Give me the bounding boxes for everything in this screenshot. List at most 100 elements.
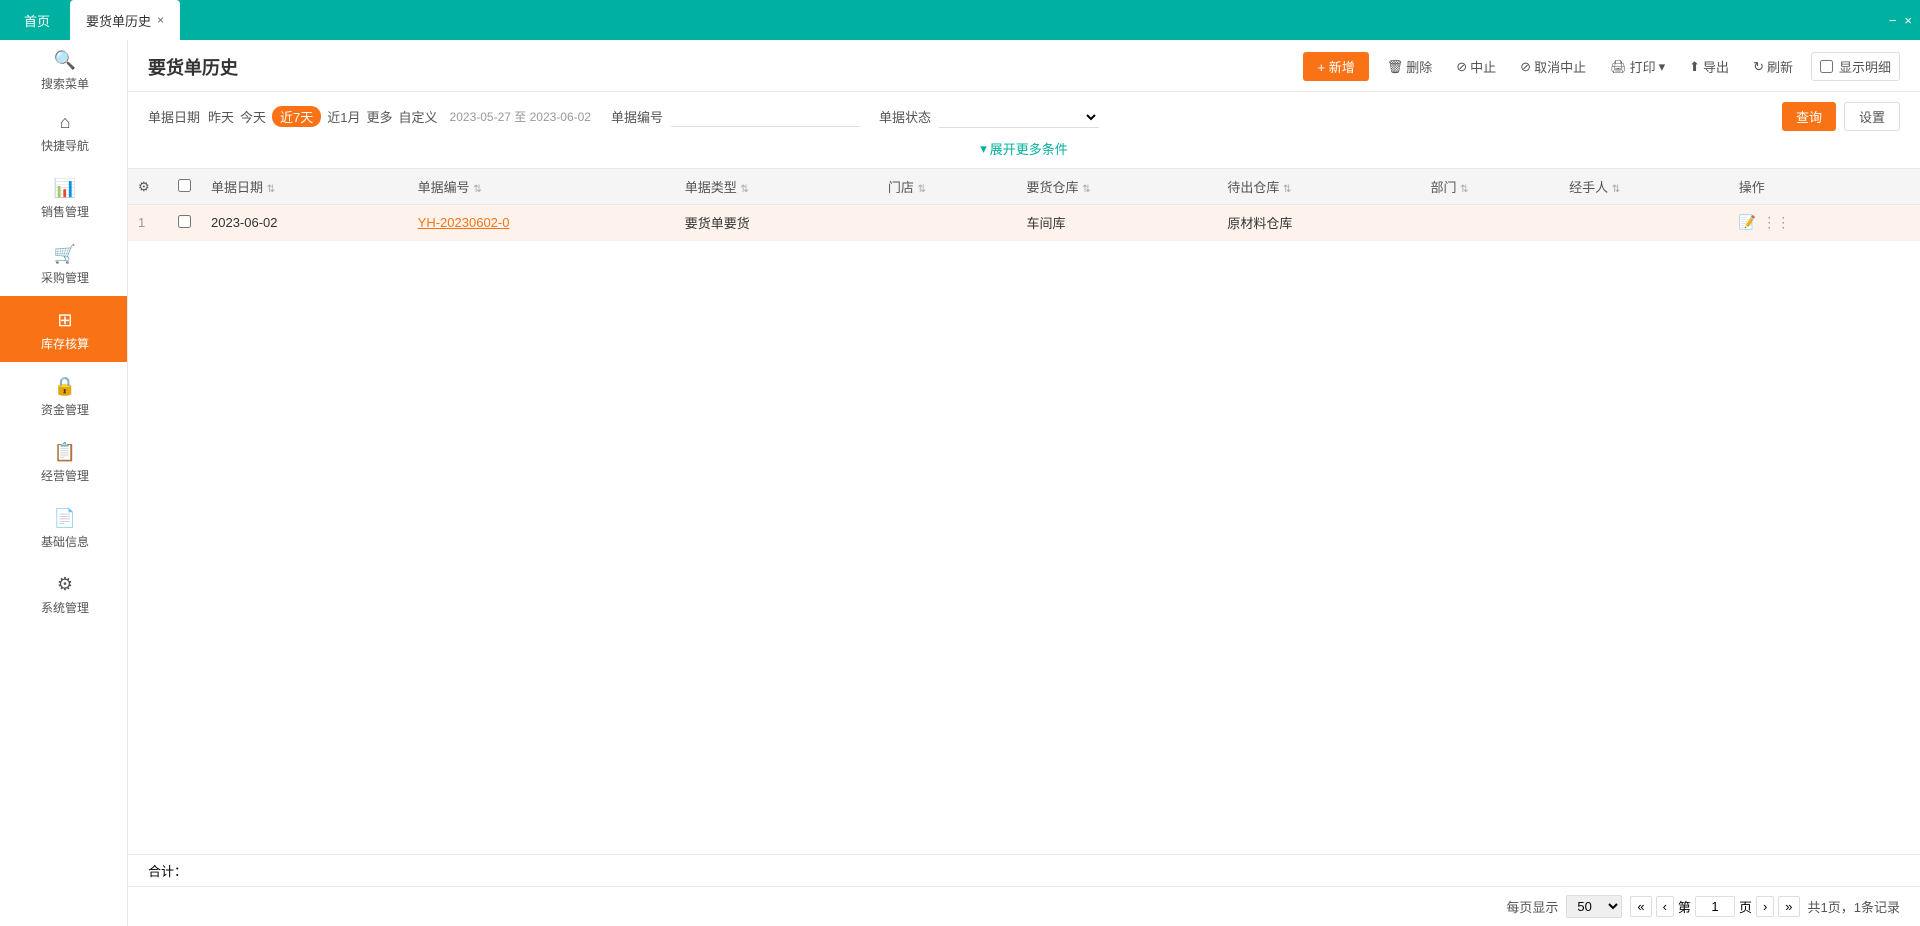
expand-button[interactable]: ▾ 展开更多条件: [980, 139, 1068, 158]
shortcut-custom[interactable]: 自定义: [399, 107, 438, 126]
select-all-checkbox[interactable]: [178, 179, 191, 192]
th-pending-warehouse[interactable]: 待出仓库 ⇅: [1217, 169, 1420, 205]
window-min-icon[interactable]: −: [1889, 13, 1897, 28]
data-table: ⚙ 单据日期 ⇅ 单据编号 ⇅: [128, 169, 1920, 241]
th-doc-date[interactable]: 单据日期 ⇅: [201, 169, 408, 205]
th-store-label: 门店: [888, 180, 914, 195]
table-area: ⚙ 单据日期 ⇅ 单据编号 ⇅: [128, 169, 1920, 926]
expand-icon: ▾: [980, 141, 987, 157]
new-button[interactable]: + 新增: [1303, 52, 1368, 81]
delete-icon: 🗑: [1387, 59, 1404, 75]
sidebar-item-sales[interactable]: 📊 销售管理: [0, 164, 127, 230]
top-bar: 首页 要货单历史 × − ×: [0, 0, 1920, 40]
cancel-stop-button[interactable]: ⊘ 取消中止: [1514, 53, 1592, 80]
sidebar-item-inventory[interactable]: ⊞ 库存核算: [0, 296, 127, 362]
page-size-select[interactable]: 20 50 100: [1566, 895, 1622, 918]
sort-icon-pending: ⇅: [1283, 184, 1291, 195]
sidebar-item-finance[interactable]: 🔒 资金管理: [0, 362, 127, 428]
th-checkbox: [168, 169, 201, 205]
sales-icon: 📊: [54, 178, 76, 199]
row-action: 📝 ⋮⋮: [1729, 205, 1920, 241]
print-label: 打印: [1630, 57, 1656, 76]
docno-filter-label: 单据编号: [611, 107, 663, 126]
status-select[interactable]: [939, 106, 1099, 128]
first-page-btn[interactable]: «: [1630, 896, 1651, 917]
th-req-warehouse-label: 要货仓库: [1027, 180, 1079, 195]
window-close-icon[interactable]: ×: [1904, 13, 1912, 28]
row-department: [1420, 205, 1559, 241]
doc-no-link[interactable]: YH-20230602-0: [418, 215, 510, 230]
sidebar-item-purchase[interactable]: 🛒 采购管理: [0, 230, 127, 296]
cancel-stop-icon: ⊘: [1520, 59, 1531, 75]
search-icon: 🔍: [54, 50, 76, 71]
th-store[interactable]: 门店 ⇅: [878, 169, 1017, 205]
th-doc-date-label: 单据日期: [211, 180, 263, 195]
sidebar-item-operations[interactable]: 📋 经营管理: [0, 428, 127, 494]
sidebar-label-inventory: 库存核算: [41, 335, 89, 352]
delete-button[interactable]: 🗑 删除: [1381, 53, 1439, 80]
refresh-button[interactable]: ↻ 刷新: [1747, 53, 1799, 80]
print-button[interactable]: 🖨 打印 ▾: [1604, 53, 1671, 80]
filter-right-btns: 查询 设置: [1782, 102, 1900, 131]
expand-row: ▾ 展开更多条件: [148, 139, 1900, 158]
th-handler-label: 经手人: [1569, 180, 1608, 195]
shortcut-7days[interactable]: 近7天: [272, 106, 321, 127]
basicinfo-icon: 📄: [54, 508, 76, 529]
last-page-btn[interactable]: »: [1778, 896, 1799, 917]
settings-button[interactable]: 设置: [1844, 102, 1900, 131]
shortcut-yesterday[interactable]: 昨天: [208, 107, 234, 126]
prev-page-btn[interactable]: ‹: [1656, 896, 1674, 917]
stop-icon: ⊘: [1456, 59, 1467, 75]
sidebar-label-quicknav: 快捷导航: [41, 137, 89, 154]
display-detail-checkbox[interactable]: [1820, 60, 1833, 73]
system-icon: ⚙: [57, 574, 73, 595]
filter-area: 单据日期 昨天 今天 近7天 近1月 更多 自定义 2023-05-27 至 2…: [128, 92, 1920, 169]
edit-icon[interactable]: 📝: [1739, 214, 1756, 231]
shortcut-1month[interactable]: 近1月: [327, 107, 360, 126]
delete-label: 删除: [1406, 57, 1432, 76]
th-pending-warehouse-label: 待出仓库: [1227, 180, 1279, 195]
row-checkbox[interactable]: [178, 215, 191, 228]
sidebar-search[interactable]: 🔍 搜索菜单: [0, 40, 127, 98]
table-footer: 合计：: [128, 854, 1920, 886]
sidebar-item-system[interactable]: ⚙ 系统管理: [0, 560, 127, 626]
export-button[interactable]: ⬆ 导出: [1683, 53, 1735, 80]
export-label: 导出: [1703, 57, 1729, 76]
more-icon[interactable]: ⋮⋮: [1762, 214, 1790, 231]
next-page-btn[interactable]: ›: [1756, 896, 1774, 917]
query-button[interactable]: 查询: [1782, 102, 1836, 131]
shortcut-today[interactable]: 今天: [240, 107, 266, 126]
th-department-label: 部门: [1430, 180, 1456, 195]
shortcut-more[interactable]: 更多: [367, 107, 393, 126]
stop-button[interactable]: ⊘ 中止: [1450, 53, 1502, 80]
tab-active[interactable]: 要货单历史 ×: [70, 0, 180, 40]
sidebar: 🔍 搜索菜单 ⌂ 快捷导航 📊 销售管理 🛒 采购管理 ⊞ 库存核算 🔒 资金管…: [0, 40, 128, 926]
refresh-icon: ↻: [1753, 59, 1764, 75]
th-doc-no[interactable]: 单据编号 ⇅: [408, 169, 675, 205]
table-body: 1 2023-06-02 YH-20230602-0 要货单要货 车间库: [128, 205, 1920, 241]
th-doc-type[interactable]: 单据类型 ⇅: [675, 169, 878, 205]
display-detail-button[interactable]: 显示明细: [1811, 52, 1900, 81]
refresh-label: 刷新: [1767, 57, 1793, 76]
date-range-display: 2023-05-27 至 2023-06-02: [450, 108, 591, 125]
tab-home[interactable]: 首页: [8, 0, 66, 40]
table-header: ⚙ 单据日期 ⇅ 单据编号 ⇅: [128, 169, 1920, 205]
footer-total-label: 合计：: [148, 861, 187, 880]
th-department[interactable]: 部门 ⇅: [1420, 169, 1559, 205]
tab-close-icon[interactable]: ×: [157, 13, 164, 27]
th-settings[interactable]: ⚙: [128, 169, 168, 205]
page-input[interactable]: [1695, 896, 1735, 917]
purchase-icon: 🛒: [54, 244, 76, 265]
sidebar-label-basicinfo: 基础信息: [41, 533, 89, 550]
date-filter-label: 单据日期: [148, 107, 200, 126]
sidebar-item-quicknav[interactable]: ⌂ 快捷导航: [0, 98, 127, 164]
page-header: 要货单历史 + 新增 🗑 删除 ⊘ 中止 ⊘ 取消中止: [128, 40, 1920, 92]
sidebar-item-basicinfo[interactable]: 📄 基础信息: [0, 494, 127, 560]
th-handler[interactable]: 经手人 ⇅: [1559, 169, 1729, 205]
sort-icon-date: ⇅: [267, 184, 275, 195]
th-req-warehouse[interactable]: 要货仓库 ⇅: [1017, 169, 1218, 205]
docno-input[interactable]: [671, 107, 859, 127]
page-size-label: 每页显示: [1506, 897, 1558, 916]
row-store: [878, 205, 1017, 241]
sidebar-label-purchase: 采购管理: [41, 269, 89, 286]
